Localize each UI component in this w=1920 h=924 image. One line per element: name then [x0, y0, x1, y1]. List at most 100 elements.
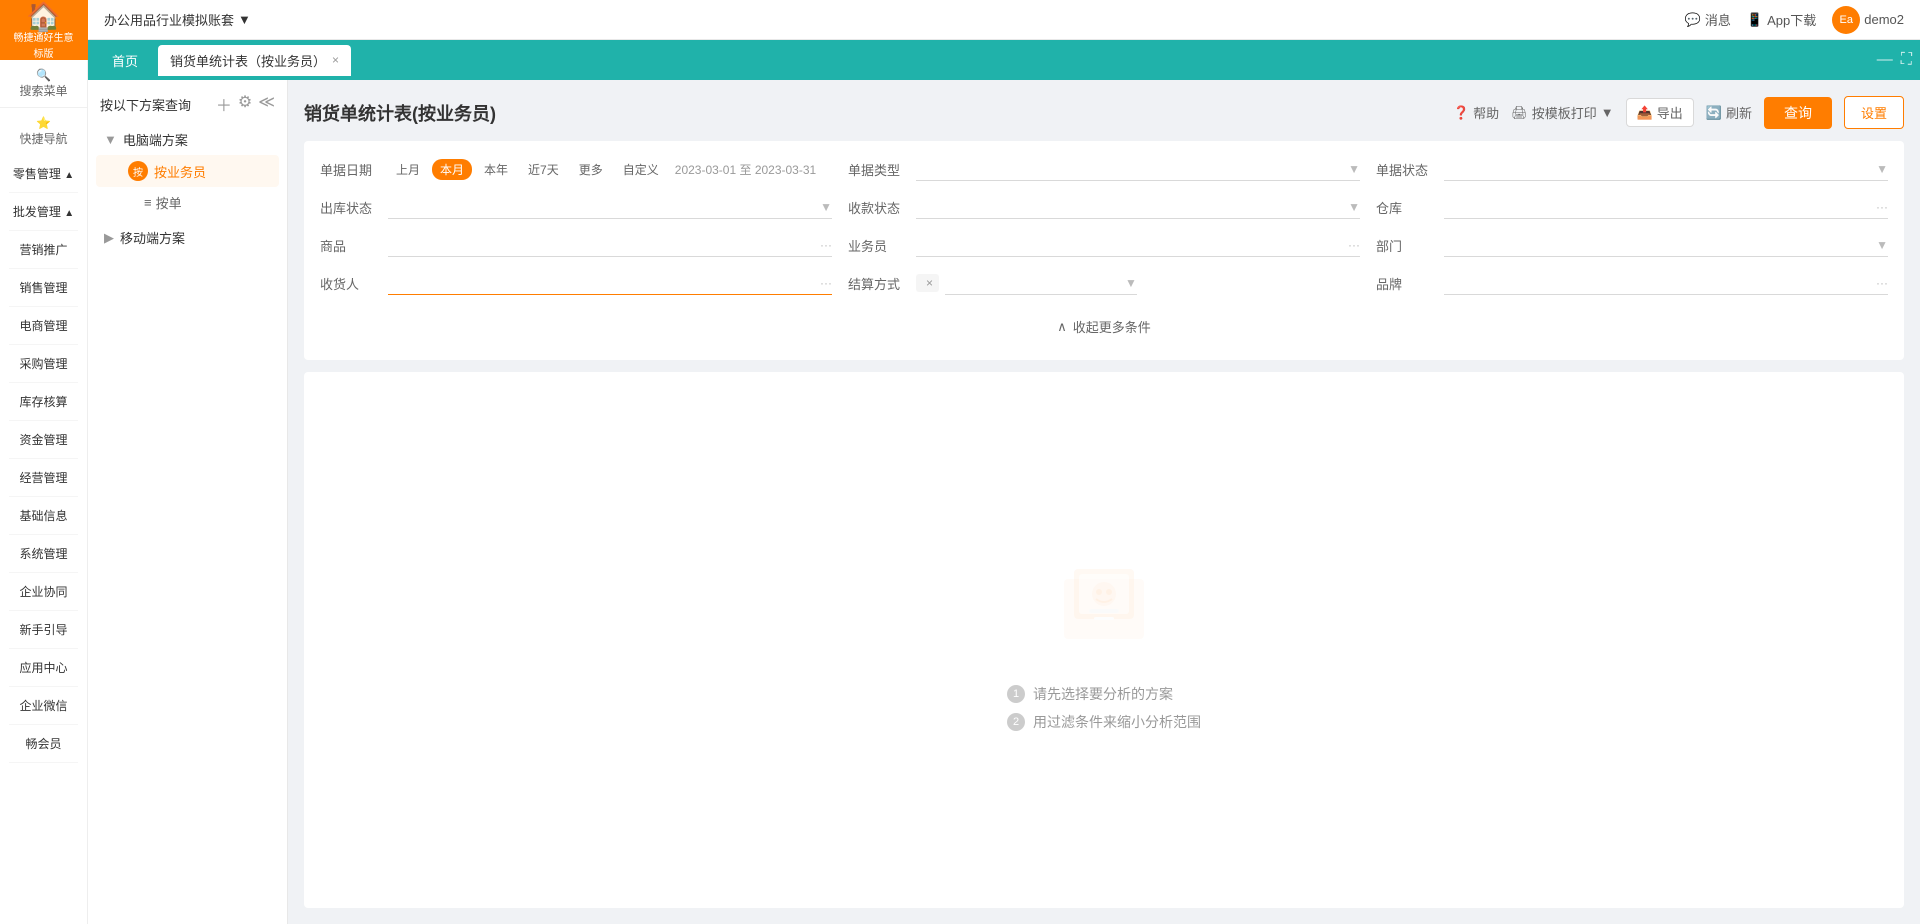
scheme-settings-icon[interactable]: ⚙ — [238, 92, 252, 116]
salesman-more-icon[interactable]: ··· — [1348, 238, 1360, 252]
settlement-label: 结算方式 — [848, 274, 908, 293]
doc-status-dropdown-icon[interactable]: ▼ — [1876, 162, 1888, 176]
sidebar-item-采购管理[interactable]: 采购管理 — [9, 345, 78, 383]
add-scheme-button[interactable]: ＋ — [216, 92, 232, 116]
doc-type-dropdown-icon[interactable]: ▼ — [1348, 162, 1360, 176]
header-left: 办公用品行业模拟账套 ▼ — [104, 10, 251, 29]
goods-more-icon[interactable]: ··· — [820, 238, 832, 252]
sidebar-item-电商管理[interactable]: 电商管理 — [9, 307, 78, 345]
warehouse-input[interactable] — [1444, 199, 1876, 214]
mobile-group-header[interactable]: ▶ 移动端方案 — [96, 222, 279, 253]
sidebar-item-系统管理[interactable]: 系统管理 — [9, 535, 78, 573]
doc-status-field[interactable]: ▼ — [1444, 157, 1888, 181]
settlement-dropdown-icon[interactable]: ▼ — [1125, 276, 1137, 290]
brand-field[interactable]: ··· — [1444, 271, 1888, 295]
desktop-group-header[interactable]: ▼ 电脑端方案 — [96, 124, 279, 155]
dept-input[interactable] — [1444, 237, 1872, 252]
date-btn-custom[interactable]: 自定义 — [615, 159, 667, 180]
warehouse-field[interactable]: ··· — [1444, 195, 1888, 219]
sidebar-item-批发管理[interactable]: 批发管理 ▲ — [9, 193, 78, 231]
brand-label: 品牌 — [1376, 274, 1436, 293]
sidebar-logo[interactable]: 🏠 畅捷通好生意 标版 — [0, 0, 88, 60]
goods-field[interactable]: ··· — [388, 233, 832, 257]
sidebar-item-零售管理[interactable]: 零售管理 ▲ — [9, 155, 78, 193]
consignee-filter: 收货人 ··· — [320, 271, 832, 295]
date-filter-controls: 上月 本月 本年 近7天 更多 自定义 2023-03-01 至 2023-03… — [388, 159, 832, 180]
settlement-input[interactable] — [945, 275, 1121, 290]
brand-more-icon[interactable]: ··· — [1876, 276, 1888, 290]
app-download-button[interactable]: 📱 App下载 — [1747, 10, 1816, 29]
nav-label: 资金管理 — [19, 433, 67, 447]
date-btn-last-month[interactable]: 上月 — [388, 159, 428, 180]
sidebar: 🏠 畅捷通好生意 标版 🔍 搜索菜单 ⭐ 快捷导航 零售管理 ▲批发管理 ▲营销… — [0, 0, 88, 924]
export-button[interactable]: 📤 导出 — [1626, 98, 1694, 127]
sidebar-item-畅会员[interactable]: 畅会员 — [9, 725, 78, 763]
sidebar-item-企业微信[interactable]: 企业微信 — [9, 687, 78, 725]
shortcut-label: 快捷导航 — [0, 130, 87, 147]
breadcrumb-dropdown[interactable]: 办公用品行业模拟账套 ▼ — [104, 10, 251, 29]
brand-input[interactable] — [1444, 275, 1876, 290]
payment-status-input[interactable] — [916, 199, 1344, 214]
consignee-field[interactable]: ··· — [388, 271, 832, 295]
consignee-input[interactable] — [388, 275, 820, 290]
tab-home[interactable]: 首页 — [96, 45, 154, 76]
scheme-order[interactable]: ≡ 按单 — [96, 187, 279, 218]
help-button[interactable]: ❓ 帮助 — [1453, 103, 1499, 122]
dropdown-icon: ▼ — [238, 12, 251, 27]
settings-button[interactable]: 设置 — [1844, 96, 1904, 129]
dept-field[interactable]: ▼ — [1444, 233, 1888, 257]
sidebar-item-新手引导[interactable]: 新手引导 — [9, 611, 78, 649]
message-button[interactable]: 💬 消息 — [1685, 10, 1731, 29]
collapse-button[interactable]: ∧ 收起更多条件 — [320, 309, 1888, 344]
refresh-button[interactable]: 🔄 刷新 — [1706, 103, 1752, 122]
sidebar-item-营销推广[interactable]: 营销推广 — [9, 231, 78, 269]
query-button[interactable]: 查询 — [1764, 97, 1832, 129]
settlement-tag-close[interactable]: × — [926, 276, 933, 290]
out-status-input[interactable] — [388, 199, 816, 214]
scheme-salesman[interactable]: 按 按业务员 — [96, 155, 279, 187]
filter-area: 单据日期 上月 本月 本年 近7天 更多 自定义 2023-03-01 至 20… — [304, 141, 1904, 360]
dept-dropdown-icon[interactable]: ▼ — [1876, 238, 1888, 252]
date-btn-this-year[interactable]: 本年 — [476, 159, 516, 180]
shortcut-icon: ⭐ — [0, 116, 87, 130]
payment-status-field[interactable]: ▼ — [916, 195, 1360, 219]
out-status-dropdown-icon[interactable]: ▼ — [820, 200, 832, 214]
main-area: 办公用品行业模拟账套 ▼ 💬 消息 📱 App下载 Ea demo2 首页 — [88, 0, 1920, 924]
sidebar-shortcut[interactable]: ⭐ 快捷导航 — [0, 108, 87, 155]
tip-num-1: 1 — [1007, 685, 1025, 703]
sidebar-item-库存核算[interactable]: 库存核算 — [9, 383, 78, 421]
salesman-input[interactable] — [916, 237, 1348, 252]
consignee-more-icon[interactable]: ··· — [820, 276, 832, 290]
user-profile[interactable]: Ea demo2 — [1832, 6, 1904, 34]
settlement-field[interactable]: ▼ — [945, 271, 1137, 295]
out-status-field[interactable]: ▼ — [388, 195, 832, 219]
mobile-group-label: 移动端方案 — [120, 228, 185, 247]
salesman-field[interactable]: ··· — [916, 233, 1360, 257]
doc-status-input[interactable] — [1444, 161, 1872, 176]
sidebar-item-应用中心[interactable]: 应用中心 — [9, 649, 78, 687]
tab-current[interactable]: 销货单统计表（按业务员） × — [158, 45, 351, 76]
tip-text-1: 请先选择要分析的方案 — [1033, 684, 1173, 704]
tab-window-actions: — ⛶ — [1877, 51, 1912, 69]
sidebar-item-企业协同[interactable]: 企业协同 — [9, 573, 78, 611]
goods-input[interactable] — [388, 237, 820, 252]
print-button[interactable]: 🖨 按模板打印 ▼ — [1511, 103, 1613, 122]
sidebar-item-基础信息[interactable]: 基础信息 — [9, 497, 78, 535]
doc-type-input[interactable] — [916, 161, 1344, 176]
sidebar-item-资金管理[interactable]: 资金管理 — [9, 421, 78, 459]
sidebar-item-销售管理[interactable]: 销售管理 — [9, 269, 78, 307]
empty-tip-1: 1 请先选择要分析的方案 — [1007, 684, 1201, 704]
date-btn-more[interactable]: 更多 — [571, 159, 611, 180]
date-btn-this-month[interactable]: 本月 — [432, 159, 472, 180]
warehouse-more-icon[interactable]: ··· — [1876, 200, 1888, 214]
tab-maximize-icon[interactable]: ⛶ — [1901, 51, 1912, 69]
collapse-panel-icon[interactable]: ≪ — [258, 92, 275, 116]
doc-type-field[interactable]: ▼ — [916, 157, 1360, 181]
sidebar-search[interactable]: 🔍 搜索菜单 — [0, 60, 87, 108]
sidebar-item-经营管理[interactable]: 经营管理 — [9, 459, 78, 497]
tab-close-icon[interactable]: × — [332, 53, 339, 67]
date-filter-label: 单据日期 — [320, 160, 380, 179]
payment-status-dropdown-icon[interactable]: ▼ — [1348, 200, 1360, 214]
tab-minimize-icon[interactable]: — — [1877, 51, 1893, 69]
date-btn-7days[interactable]: 近7天 — [520, 159, 567, 180]
